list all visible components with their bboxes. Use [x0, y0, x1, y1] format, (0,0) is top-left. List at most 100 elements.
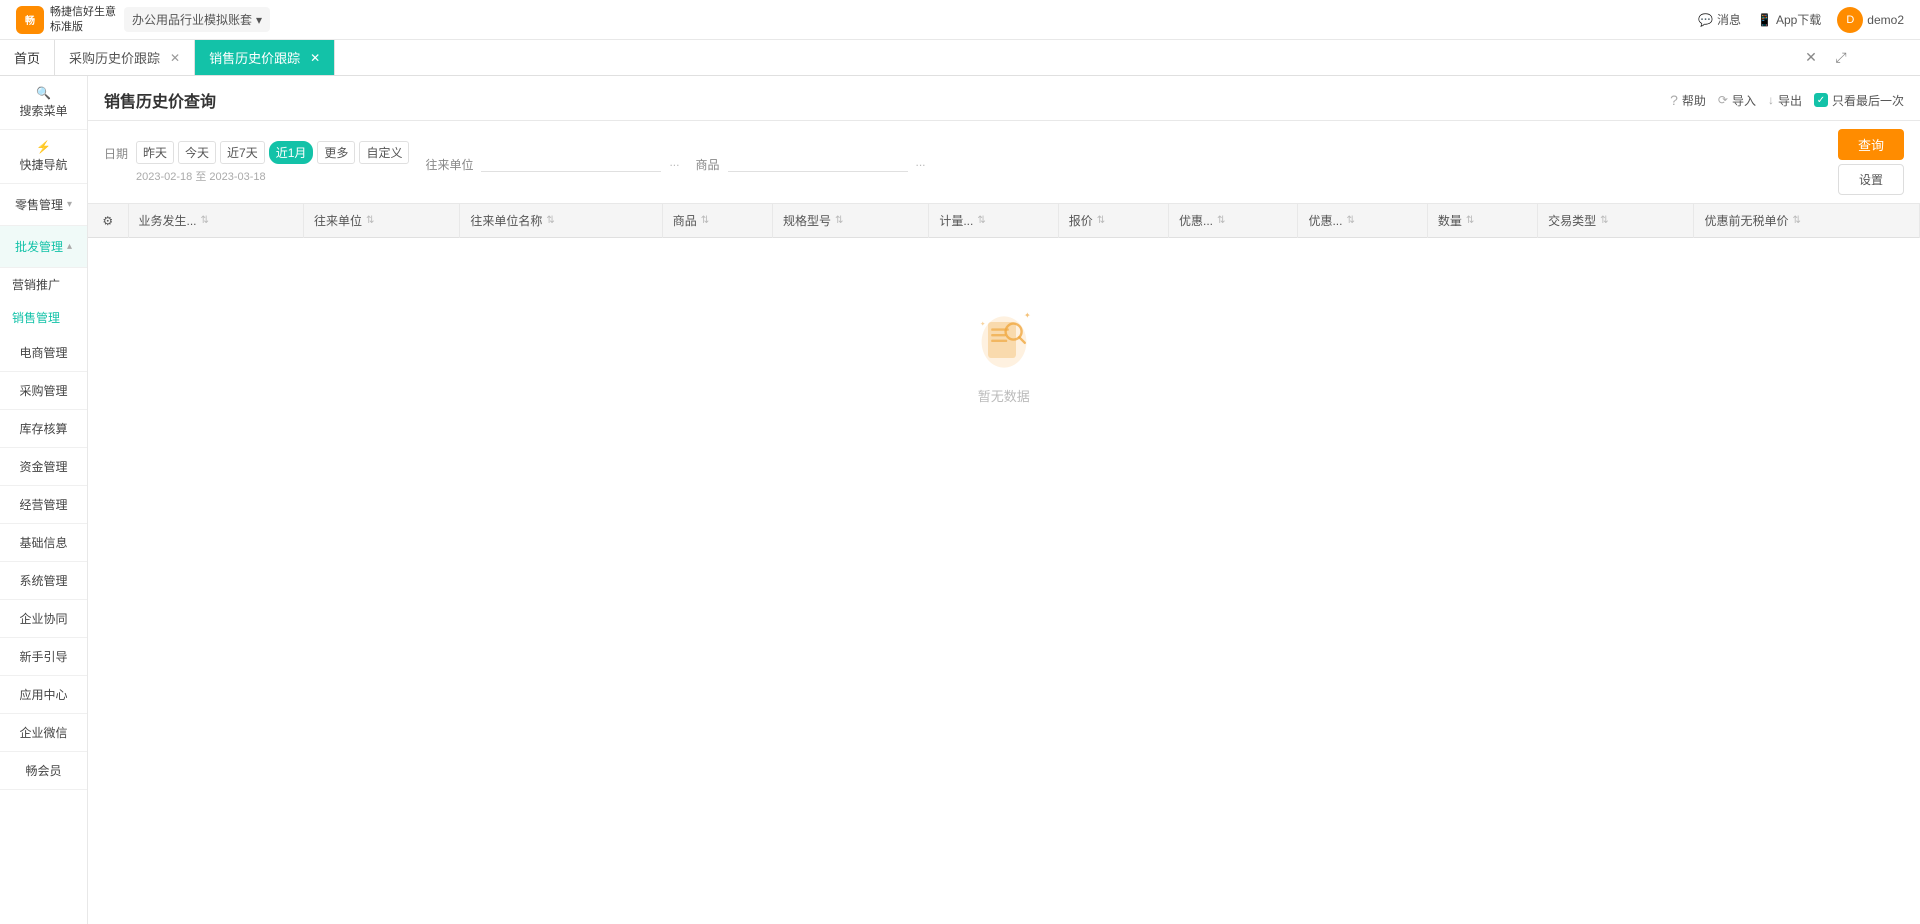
date-btn-more[interactable]: 更多 [317, 141, 355, 164]
table-col-discount2[interactable]: 优惠... ⇅ [1298, 204, 1427, 238]
table-col-partner-name[interactable]: 往来单位名称 ⇅ [460, 204, 662, 238]
date-btn-custom[interactable]: 自定义 [359, 141, 409, 164]
sidebar-item-label: 资金管理 [19, 458, 67, 475]
sidebar-item-newcomer[interactable]: 新手引导 [0, 638, 87, 676]
empty-state: ✦ ✦ 暂无数据 [88, 238, 1920, 465]
sidebar-item-quick-nav[interactable]: ⚡ 快捷导航 [0, 130, 87, 184]
date-buttons: 昨天 今天 近7天 近1月 更多 自定义 2023-02-18 至 2023-0… [136, 141, 409, 184]
message-action[interactable]: 💬 消息 [1698, 11, 1741, 28]
sidebar-item-retail-mgmt[interactable]: 零售管理 ▾ [0, 184, 87, 226]
tab-purchase-history[interactable]: 采购历史价跟踪 ✕ [55, 40, 195, 75]
quick-nav-icon: ⚡ [36, 140, 51, 154]
table-body: ✦ ✦ 暂无数据 [88, 238, 1920, 466]
svg-text:✦: ✦ [980, 321, 985, 328]
sort-icon: ⇅ [201, 215, 209, 226]
sidebar-item-operations[interactable]: 经营管理 [0, 486, 87, 524]
sidebar-item-app-center[interactable]: 应用中心 [0, 676, 87, 714]
table-col-discount1[interactable]: 优惠... ⇅ [1169, 204, 1298, 238]
tab-close-all-btn[interactable]: ✕ [1800, 47, 1822, 69]
tab-home-label: 首页 [14, 48, 40, 67]
sort-icon: ⇅ [1097, 215, 1105, 226]
export-label: 导出 [1778, 92, 1802, 109]
sort-icon: ⇅ [1600, 215, 1608, 226]
table-col-unit[interactable]: 计量... ⇅ [929, 204, 1058, 238]
sidebar-item-ecommerce[interactable]: 电商管理 [0, 334, 87, 372]
product-filter-group: 商品 ... [695, 152, 925, 173]
sidebar-item-label: 畅会员 [25, 762, 61, 779]
sort-icon: ⇅ [1792, 215, 1800, 226]
sidebar-item-enterprise[interactable]: 企业协同 [0, 600, 87, 638]
col-label: 交易类型 [1548, 212, 1596, 229]
avatar: D [1837, 7, 1863, 33]
workspace-selector[interactable]: 办公用品行业模拟账套 ▾ [124, 7, 270, 32]
tab-sales-close[interactable]: ✕ [310, 51, 320, 65]
partner-input-dots: ... [669, 155, 679, 169]
only-last-checkbox[interactable]: ✓ [1814, 93, 1828, 107]
sidebar-item-member[interactable]: 畅会员 [0, 752, 87, 790]
sidebar-item-label: 企业协同 [19, 610, 67, 627]
empty-illustration: ✦ ✦ [964, 298, 1044, 378]
message-label: 消息 [1717, 11, 1741, 28]
chevron-up-icon: ▴ [67, 241, 72, 252]
page-actions: ? 帮助 ⟳ 导入 ↓ 导出 ✓ 只看最后一次 [1670, 92, 1904, 109]
user-area[interactable]: D demo2 [1837, 7, 1904, 33]
sidebar-item-search-menu[interactable]: 🔍 搜索菜单 [0, 76, 87, 130]
table-col-quote[interactable]: 报价 ⇅ [1058, 204, 1168, 238]
sidebar-item-basic-info[interactable]: 基础信息 [0, 524, 87, 562]
sidebar-item-marketing[interactable]: 营销推广 [0, 268, 87, 301]
date-filter-group: 日期 昨天 今天 近7天 近1月 更多 自定义 2023-02-18 至 202… [104, 141, 409, 184]
setting-button[interactable]: 设置 [1838, 164, 1904, 195]
table-col-trade-type[interactable]: 交易类型 ⇅ [1538, 204, 1694, 238]
tab-sales-history[interactable]: 销售历史价跟踪 ✕ [195, 40, 335, 75]
sort-icon: ⇅ [977, 215, 985, 226]
search-menu-icon: 🔍 [36, 86, 51, 100]
sidebar-item-enterprise-wechat[interactable]: 企业微信 [0, 714, 87, 752]
sidebar-item-label: 基础信息 [19, 534, 67, 551]
only-last-checkbox-area[interactable]: ✓ 只看最后一次 [1814, 92, 1904, 109]
partner-input[interactable] [481, 153, 661, 172]
help-label: 帮助 [1682, 92, 1706, 109]
export-btn[interactable]: ↓ 导出 [1768, 92, 1802, 109]
page-title: 销售历史价查询 [104, 88, 216, 112]
username: demo2 [1867, 13, 1904, 27]
table-col-no-tax-price[interactable]: 优惠前无税单价 ⇅ [1694, 204, 1920, 238]
date-btn-last1month[interactable]: 近1月 [269, 141, 314, 164]
tab-bar-controls: ✕ ⤢ [1800, 47, 1860, 69]
content-area: 销售历史价查询 ? 帮助 ⟳ 导入 ↓ 导出 ✓ 只看最后一次 [88, 76, 1920, 924]
table-col-spec[interactable]: 规格型号 ⇅ [773, 204, 929, 238]
date-btn-last7days[interactable]: 近7天 [220, 141, 265, 164]
sidebar-item-inventory[interactable]: 库存核算 [0, 410, 87, 448]
tab-purchase-close[interactable]: ✕ [170, 51, 180, 65]
app-download-action[interactable]: 📱 App下载 [1757, 11, 1821, 28]
date-btn-today[interactable]: 今天 [178, 141, 216, 164]
sidebar-item-purchase-mgmt[interactable]: 采购管理 [0, 372, 87, 410]
table-col-business-date[interactable]: 业务发生... ⇅ [128, 204, 304, 238]
logo-icon: 畅 [16, 6, 44, 34]
sort-icon: ⇅ [546, 215, 554, 226]
sidebar-item-label: 应用中心 [19, 686, 67, 703]
date-btn-yesterday[interactable]: 昨天 [136, 141, 174, 164]
col-label: 数量 [1438, 212, 1462, 229]
sidebar-item-label: 快捷导航 [19, 156, 67, 173]
help-icon: ? [1670, 92, 1678, 108]
query-button[interactable]: 查询 [1838, 129, 1904, 160]
product-input[interactable] [728, 153, 908, 172]
col-label: 报价 [1069, 212, 1093, 229]
sidebar-item-sales-mgmt[interactable]: 销售管理 [0, 301, 87, 334]
table-col-qty[interactable]: 数量 ⇅ [1427, 204, 1537, 238]
sidebar-item-system-mgmt[interactable]: 系统管理 [0, 562, 87, 600]
table-col-partner-code[interactable]: 往来单位 ⇅ [304, 204, 460, 238]
tab-maximize-btn[interactable]: ⤢ [1830, 47, 1852, 69]
col-label: 计量... [939, 212, 973, 229]
sort-icon: ⇅ [701, 215, 709, 226]
gear-icon: ⚙ [102, 214, 113, 228]
import-btn[interactable]: ⟳ 导入 [1718, 92, 1756, 109]
tab-home[interactable]: 首页 [0, 40, 55, 75]
sidebar-item-label: 批发管理 [15, 238, 63, 255]
sidebar-item-finance[interactable]: 资金管理 [0, 448, 87, 486]
table-col-gear[interactable]: ⚙ [88, 204, 128, 238]
sidebar-item-label: 销售管理 [12, 309, 60, 326]
table-col-product[interactable]: 商品 ⇅ [662, 204, 772, 238]
sidebar-item-wholesale-mgmt[interactable]: 批发管理 ▴ [0, 226, 87, 268]
help-btn[interactable]: ? 帮助 [1670, 92, 1706, 109]
